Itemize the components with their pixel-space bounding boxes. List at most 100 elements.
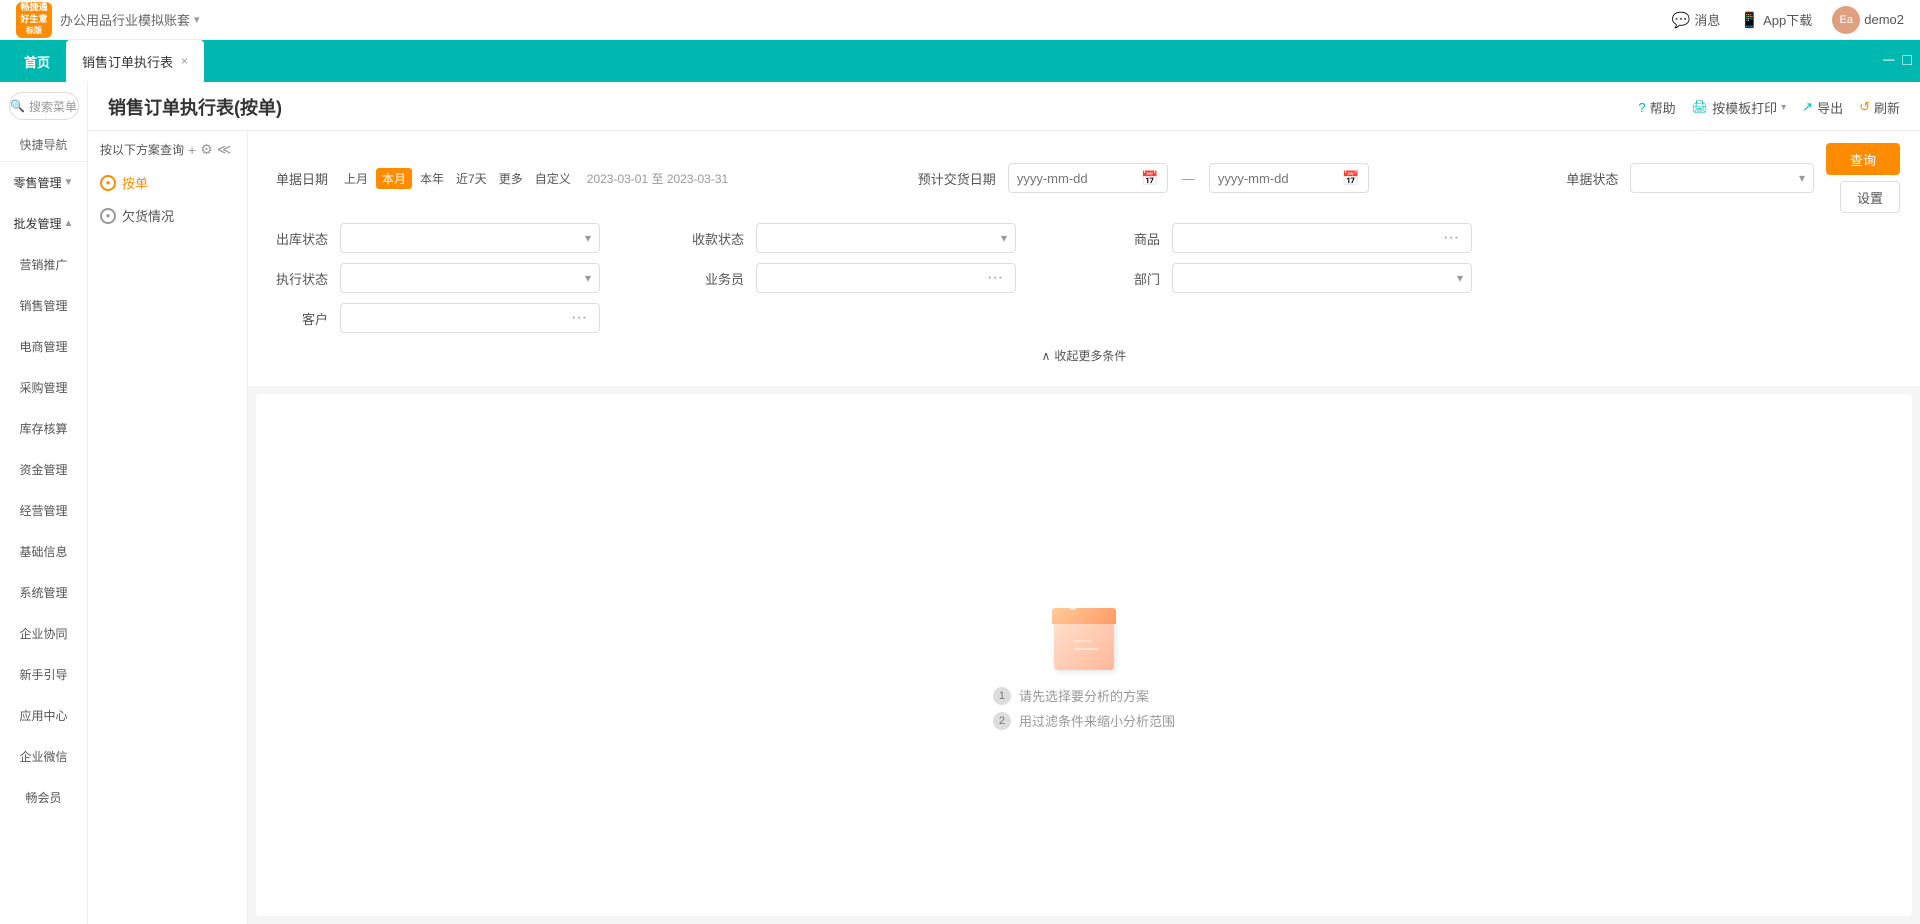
sidebar-item-sales[interactable]: 销售管理: [0, 285, 87, 326]
wholesale-arrow: ▲: [64, 218, 74, 229]
customer-select[interactable]: ···: [340, 303, 600, 333]
tab-sales-order[interactable]: 销售订单执行表 ×: [66, 40, 204, 82]
salesman-select[interactable]: ···: [756, 263, 1016, 293]
settings-button[interactable]: 设置: [1840, 181, 1900, 213]
print-arrow: ▾: [1781, 102, 1786, 113]
expected-date-end-input[interactable]: [1218, 171, 1339, 186]
dept-label: 部门: [1100, 269, 1160, 288]
user-menu[interactable]: Ea demo2: [1832, 6, 1904, 34]
scheme-item-按单[interactable]: ● 按单: [88, 166, 247, 199]
tab-maximize-icon[interactable]: □: [1902, 52, 1912, 70]
dept-select[interactable]: ▾: [1172, 263, 1472, 293]
sidebar-item-ecommerce[interactable]: 电商管理: [0, 326, 87, 367]
sidebar-search-area[interactable]: 🔍 搜索菜单: [0, 82, 87, 130]
page-title: 销售订单执行表(按单): [108, 94, 282, 120]
empty-hint-1: 1 请先选择要分析的方案: [993, 686, 1175, 705]
help-btn[interactable]: ? 帮助: [1638, 98, 1675, 117]
sidebar-item-enterprise[interactable]: 企业协同: [0, 613, 87, 654]
left-panel: 按以下方案查询 + ⚙ ≪ ● 按单 ● 欠货情况: [88, 131, 248, 924]
status-select[interactable]: ▾: [1630, 163, 1814, 193]
print-btn[interactable]: 🖨 按模板打印 ▾: [1692, 98, 1787, 117]
goods-select[interactable]: ···: [1172, 223, 1472, 253]
settings-scheme-btn[interactable]: ⚙: [200, 141, 213, 158]
print-icon: 🖨: [1692, 99, 1709, 115]
hint-num-2: 2: [993, 712, 1011, 730]
sidebar-item-finance[interactable]: 资金管理: [0, 449, 87, 490]
message-icon: 💬: [1672, 11, 1691, 29]
sidebar-item-wholesale[interactable]: 批发管理 ▲: [0, 203, 87, 244]
customer-label: 客户: [268, 309, 328, 328]
export-btn[interactable]: ↗ 导出: [1802, 98, 1843, 117]
shortcut-7days[interactable]: 近7天: [452, 168, 491, 189]
sidebar-item-member[interactable]: 畅会员: [0, 777, 87, 818]
exec-dropdown-icon: ▾: [585, 271, 591, 285]
delivery-dropdown-icon: ▾: [585, 231, 591, 245]
page-header: 销售订单执行表(按单) ? 帮助 🖨 按模板打印 ▾ ↗: [88, 82, 1920, 131]
company-name: 办公用品行业模拟账套: [60, 10, 190, 29]
delivery-status-select[interactable]: ▾: [340, 223, 600, 253]
salesman-dots-icon[interactable]: ···: [983, 269, 1007, 287]
sidebar-item-quick-nav[interactable]: 快捷导航: [0, 130, 87, 162]
panel-title: 按以下方案查询: [100, 141, 184, 158]
collapse-panel-btn[interactable]: ≪: [217, 141, 232, 158]
data-area: 1 请先选择要分析的方案 2 用过滤条件来缩小分析范围: [256, 394, 1912, 916]
appstore-label: 应用中心: [19, 707, 67, 724]
sidebar-item-newuser[interactable]: 新手引导: [0, 654, 87, 695]
expected-date-start-input[interactable]: [1017, 171, 1138, 186]
basic-label: 基础信息: [19, 543, 67, 560]
sidebar-item-marketing[interactable]: 营销推广: [0, 244, 87, 285]
empty-state: 1 请先选择要分析的方案 2 用过滤条件来缩小分析范围: [993, 580, 1175, 730]
dept-dropdown-icon: ▾: [1457, 271, 1463, 285]
filter-section: 单据日期 上月 本月 本年 近7天 更多 自定义 2023-03-01 至 20…: [248, 131, 1920, 386]
system-label: 系统管理: [19, 584, 67, 601]
scheme-item-欠货[interactable]: ● 欠货情况: [88, 199, 247, 232]
purchase-label: 采购管理: [19, 379, 67, 396]
shortcut-this-year[interactable]: 本年: [416, 168, 448, 189]
shortcut-last-month[interactable]: 上月: [340, 168, 372, 189]
scheme-icon-gray: ●: [100, 208, 116, 224]
sidebar-item-wechat[interactable]: 企业微信: [0, 736, 87, 777]
sidebar-item-management[interactable]: 经营管理: [0, 490, 87, 531]
message-btn[interactable]: 💬 消息: [1672, 10, 1721, 29]
tab-close-icon[interactable]: ×: [181, 54, 188, 68]
customer-dots-icon[interactable]: ···: [567, 309, 591, 327]
sidebar-item-inventory[interactable]: 库存核算: [0, 408, 87, 449]
goods-dots-icon[interactable]: ···: [1439, 229, 1463, 247]
sidebar-item-retail[interactable]: 零售管理 ▼: [0, 162, 87, 203]
payment-status-select[interactable]: ▾: [756, 223, 1016, 253]
scheme-icon-active: ●: [100, 175, 116, 191]
exec-status-select[interactable]: ▾: [340, 263, 600, 293]
sales-label: 销售管理: [19, 297, 67, 314]
query-button[interactable]: 查询: [1826, 143, 1900, 175]
exec-status-label: 执行状态: [268, 269, 328, 288]
refresh-btn[interactable]: ↺ 刷新: [1859, 98, 1900, 117]
hint-text-2: 用过滤条件来缩小分析范围: [1019, 711, 1175, 730]
wechat-label: 企业微信: [19, 748, 67, 765]
tab-home[interactable]: 首页: [8, 40, 66, 82]
retail-label: 零售管理: [14, 174, 62, 191]
shortcut-this-month[interactable]: 本月: [376, 168, 412, 189]
collapse-arrow-icon: ∧: [1042, 349, 1051, 363]
app-download-btn[interactable]: 📱 App下载: [1740, 10, 1812, 29]
shortcut-custom[interactable]: 自定义: [531, 168, 575, 189]
empty-hints: 1 请先选择要分析的方案 2 用过滤条件来缩小分析范围: [993, 686, 1175, 730]
sidebar-item-purchase[interactable]: 采购管理: [0, 367, 87, 408]
search-btn[interactable]: 🔍 搜索菜单: [9, 92, 79, 120]
hint-num-1: 1: [993, 687, 1011, 705]
shortcut-more[interactable]: 更多: [495, 168, 527, 189]
app-download-label: App下载: [1763, 10, 1812, 29]
member-label: 畅会员: [25, 789, 61, 806]
payment-dropdown-icon: ▾: [1001, 231, 1007, 245]
add-scheme-btn[interactable]: +: [188, 142, 196, 158]
sidebar-item-appstore[interactable]: 应用中心: [0, 695, 87, 736]
company-selector[interactable]: 办公用品行业模拟账套 ▾: [60, 10, 200, 29]
help-icon: ?: [1638, 100, 1645, 115]
tab-minimize-icon[interactable]: ─: [1883, 52, 1894, 70]
download-icon: 📱: [1740, 11, 1759, 29]
hint-text-1: 请先选择要分析的方案: [1019, 686, 1149, 705]
sidebar-item-system[interactable]: 系统管理: [0, 572, 87, 613]
sidebar-item-basic[interactable]: 基础信息: [0, 531, 87, 572]
expected-date-end[interactable]: 📅: [1209, 163, 1369, 193]
collapse-conditions-btn[interactable]: ∧ 收起更多条件: [1042, 343, 1127, 368]
expected-date-start[interactable]: 📅: [1008, 163, 1168, 193]
